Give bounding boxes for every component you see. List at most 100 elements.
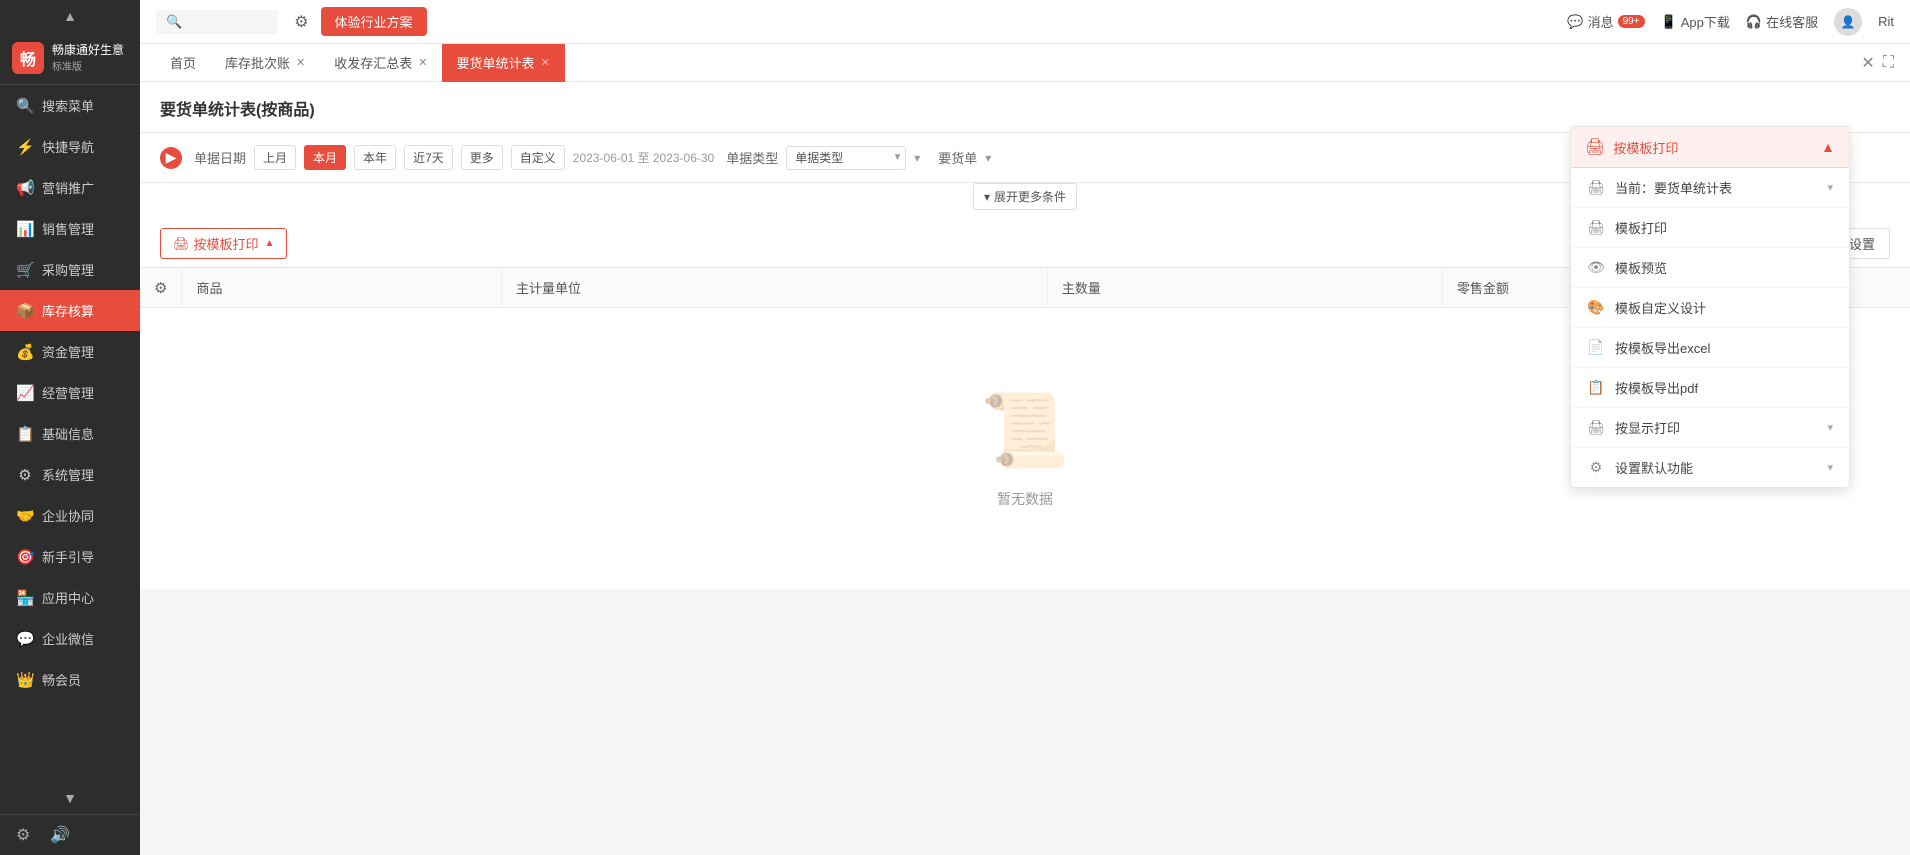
expand-filter-button[interactable]: ▾ 展开更多条件	[973, 183, 1077, 210]
display-print-icon: 🖨	[1587, 419, 1605, 436]
col-product: 商品	[182, 268, 501, 308]
column-settings-icon[interactable]: ⚙	[154, 280, 167, 297]
template-preview-icon: 👁	[1587, 259, 1605, 276]
sidebar-nav: 🔍 搜索菜单 ⚡ 快捷导航 📢 营销推广 📊 销售管理 🛒 采购管理 📦 库存核…	[0, 85, 140, 782]
dropdown-export-excel[interactable]: 📄 按模板导出excel	[1571, 328, 1849, 368]
current-template-expand-icon: ▾	[1827, 181, 1833, 194]
tab-maximize-button[interactable]: ⛶	[1883, 54, 1894, 72]
marketing-icon: 📢	[16, 179, 34, 197]
sidebar-item-finance[interactable]: 💰 资金管理	[0, 331, 140, 372]
sidebar-item-wechat[interactable]: 💬 企业微信	[0, 618, 140, 659]
export-pdf-icon: 📋	[1587, 379, 1605, 396]
date-btn-custom[interactable]: 自定义	[511, 145, 565, 170]
online-service-item[interactable]: 🎧 在线客服	[1746, 12, 1818, 31]
content-area: 要货单统计表(按商品) ▶ 单据日期 上月 本月 本年 近7天 更多 自定义 2…	[140, 82, 1910, 855]
tab-receipt-summary[interactable]: 收发存汇总表 ✕	[320, 44, 442, 82]
goods-dropdown-arrow: ▾	[985, 151, 991, 165]
date-btn-7days[interactable]: 近7天	[404, 145, 453, 170]
finance-icon: 💰	[16, 343, 34, 361]
quick-nav-icon: ⚡	[16, 138, 34, 156]
sidebar-item-member[interactable]: 👑 畅会员	[0, 659, 140, 700]
type-select[interactable]: 单据类型	[786, 146, 906, 170]
dropdown-set-default[interactable]: ⚙ 设置默认功能 ▾	[1571, 448, 1849, 487]
dropdown-template-print[interactable]: 🖨 模板打印	[1571, 208, 1849, 248]
service-icon: 🎧	[1746, 14, 1762, 30]
dropdown-collapse-button[interactable]: ▲	[1821, 139, 1835, 155]
app-download-item[interactable]: 📱 App下载	[1661, 12, 1730, 31]
tab-close-receipt-summary[interactable]: ✕	[418, 56, 427, 69]
sidebar-item-enterprise[interactable]: 🤝 企业协同	[0, 495, 140, 536]
logo-text: 畅康通好生意	[52, 43, 124, 59]
date-btn-last-month[interactable]: 上月	[254, 145, 296, 170]
tab-close-order-stats[interactable]: ✕	[541, 56, 550, 69]
sound-icon[interactable]: 🔊	[50, 825, 70, 845]
sidebar-item-operation[interactable]: 📈 经营管理	[0, 372, 140, 413]
sidebar-logo: 畅 畅康通好生意 标准版	[0, 32, 140, 85]
tab-home[interactable]: 首页	[156, 44, 211, 82]
date-label: 单据日期	[194, 148, 246, 167]
display-print-expand-icon: ▾	[1827, 421, 1833, 434]
sidebar-scroll-down[interactable]: ▼	[59, 786, 81, 810]
dropdown-template-preview[interactable]: 👁 模板预览	[1571, 248, 1849, 288]
trial-button[interactable]: 体验行业方案	[321, 7, 427, 36]
sidebar: ▲ 畅 畅康通好生意 标准版 🔍 搜索菜单 ⚡ 快捷导航 📢 营销推广 📊 销售…	[0, 0, 140, 855]
printer-icon: 🖨	[173, 236, 190, 252]
print-chevron-up-icon: ▲	[265, 238, 275, 249]
empty-state-icon: 📜	[980, 388, 1070, 473]
dropdown-display-print[interactable]: 🖨 按显示打印 ▾	[1571, 408, 1849, 448]
page-title: 要货单统计表(按商品)	[160, 96, 1890, 120]
dropdown-export-pdf[interactable]: 📋 按模板导出pdf	[1571, 368, 1849, 408]
user-avatar[interactable]: 👤	[1834, 8, 1862, 36]
purchase-icon: 🛒	[16, 261, 34, 279]
sidebar-item-search[interactable]: 🔍 搜索菜单	[0, 85, 140, 126]
tab-inventory-batch[interactable]: 库存批次账 ✕	[211, 44, 320, 82]
set-default-expand-icon: ▾	[1827, 461, 1833, 474]
print-template-button[interactable]: 🖨 按模板打印 ▲	[160, 228, 287, 259]
sidebar-item-sales[interactable]: 📊 销售管理	[0, 208, 140, 249]
sidebar-item-quick-nav[interactable]: ⚡ 快捷导航	[0, 126, 140, 167]
appstore-icon: 🏪	[16, 589, 34, 607]
sidebar-item-inventory[interactable]: 📦 库存核算	[0, 290, 140, 331]
topbar: 🔍 ⚙ 体验行业方案 💬 消息 99+ 📱 App下载 🎧 在线客服 👤 Rit	[140, 0, 1910, 44]
dropdown-header-left: 🖨 按模板打印	[1585, 137, 1678, 157]
sidebar-scroll-up[interactable]: ▲	[59, 4, 81, 28]
goods-label: 要货单	[938, 148, 977, 167]
guide-icon: 🎯	[16, 548, 34, 566]
settings-icon[interactable]: ⚙	[16, 825, 30, 845]
search-icon: 🔍	[16, 97, 34, 115]
basic-icon: 📋	[16, 425, 34, 443]
date-btn-this-month[interactable]: 本月	[304, 145, 346, 170]
type-filter-section: 单据类型 单据类型 ▾	[726, 146, 926, 170]
sidebar-item-basic[interactable]: 📋 基础信息	[0, 413, 140, 454]
message-icon: 💬	[1567, 14, 1583, 30]
sidebar-item-purchase[interactable]: 🛒 采购管理	[0, 249, 140, 290]
tab-close-inventory-batch[interactable]: ✕	[296, 56, 305, 69]
dropdown-template-custom[interactable]: 🎨 模板自定义设计	[1571, 288, 1849, 328]
empty-text: 暂无数据	[997, 489, 1053, 509]
main-area: 🔍 ⚙ 体验行业方案 💬 消息 99+ 📱 App下载 🎧 在线客服 👤 Rit	[140, 0, 1910, 855]
sidebar-item-appstore[interactable]: 🏪 应用中心	[0, 577, 140, 618]
set-default-icon: ⚙	[1587, 459, 1605, 476]
messages-item[interactable]: 💬 消息 99+	[1567, 12, 1644, 31]
col-check: ⚙	[140, 268, 182, 308]
logo-icon: 畅	[12, 42, 44, 74]
user-name: Rit	[1878, 14, 1894, 29]
date-btn-this-year[interactable]: 本年	[354, 145, 396, 170]
dropdown-current-template[interactable]: 🖨 当前：要货单统计表 ▾	[1571, 168, 1849, 208]
filter-toggle-button[interactable]: ▶	[160, 147, 182, 169]
logo-sub: 标准版	[52, 58, 124, 73]
expand-icon: ▾	[984, 190, 990, 204]
topbar-search-box[interactable]: 🔍	[156, 10, 278, 34]
sidebar-item-guide[interactable]: 🎯 新手引导	[0, 536, 140, 577]
topbar-gear-icon[interactable]: ⚙	[294, 12, 308, 32]
search-input[interactable]	[188, 15, 268, 29]
tab-order-stats[interactable]: 要货单统计表 ✕	[442, 44, 564, 82]
dropdown-arrow-icon: ▾	[914, 151, 920, 165]
dropdown-printer-icon: 🖨	[1585, 137, 1605, 157]
tab-close-window-button[interactable]: ✕	[1861, 53, 1874, 73]
date-btn-more[interactable]: 更多	[461, 145, 503, 170]
col-quantity: 主数量	[1047, 268, 1442, 308]
template-print-icon: 🖨	[1587, 219, 1605, 236]
sidebar-item-system[interactable]: ⚙ 系统管理	[0, 454, 140, 495]
sidebar-item-marketing[interactable]: 📢 营销推广	[0, 167, 140, 208]
